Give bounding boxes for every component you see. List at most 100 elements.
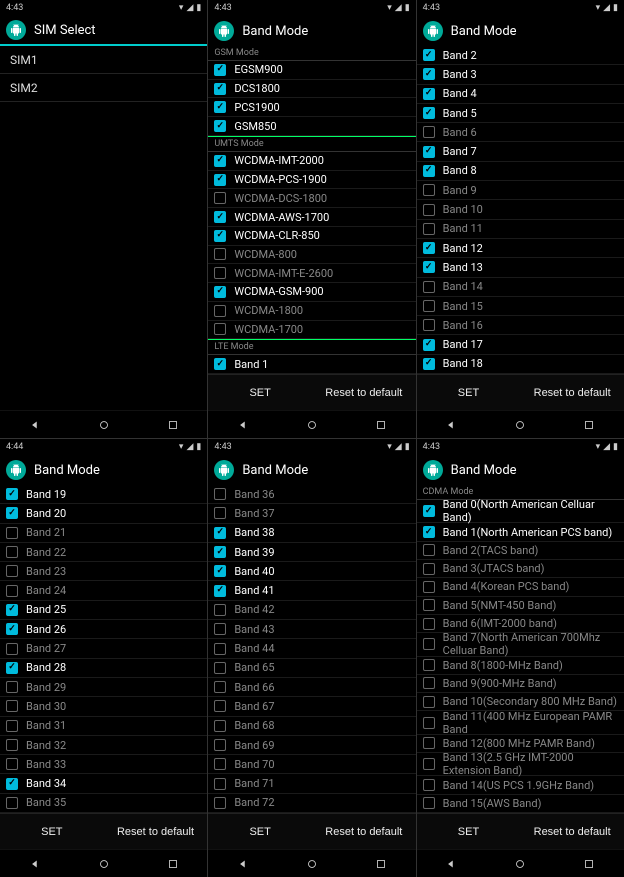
band-row[interactable]: Band 35 — [0, 794, 207, 813]
sim-row[interactable]: SIM1 — [0, 46, 207, 74]
back-icon[interactable] — [444, 857, 458, 871]
band-row[interactable]: Band 20 — [0, 504, 207, 523]
checkbox-icon[interactable] — [423, 204, 435, 216]
checkbox-icon[interactable] — [214, 64, 226, 76]
checkbox-icon[interactable] — [6, 700, 18, 712]
checkbox-icon[interactable] — [6, 758, 18, 770]
back-icon[interactable] — [444, 418, 458, 432]
back-icon[interactable] — [236, 857, 250, 871]
checkbox-icon[interactable] — [214, 662, 226, 674]
checkbox-icon[interactable] — [6, 778, 18, 790]
recent-icon[interactable] — [166, 418, 180, 432]
band-row[interactable]: Band 5 — [417, 104, 624, 123]
checkbox-icon[interactable] — [423, 696, 435, 708]
checkbox-icon[interactable] — [6, 604, 18, 616]
checkbox-icon[interactable] — [6, 527, 18, 539]
band-row[interactable]: Band 1 — [208, 355, 415, 374]
recent-icon[interactable] — [374, 857, 388, 871]
recent-icon[interactable] — [374, 418, 388, 432]
band-row[interactable]: WCDMA-DCS-1800 — [208, 189, 415, 208]
checkbox-icon[interactable] — [6, 681, 18, 693]
band-row[interactable]: Band 38 — [208, 524, 415, 543]
checkbox-icon[interactable] — [6, 797, 18, 809]
home-icon[interactable] — [305, 418, 319, 432]
band-row[interactable]: Band 8(1800-MHz Band) — [417, 657, 624, 675]
checkbox-icon[interactable] — [423, 779, 435, 791]
band-row[interactable]: Band 68 — [208, 717, 415, 736]
checkbox-icon[interactable] — [214, 604, 226, 616]
band-row[interactable]: EGSM900 — [208, 61, 415, 80]
band-row[interactable]: WCDMA-AWS-1700 — [208, 208, 415, 227]
band-row[interactable]: Band 12 — [417, 239, 624, 258]
back-icon[interactable] — [236, 418, 250, 432]
band-row[interactable]: Band 9 — [417, 181, 624, 200]
checkbox-icon[interactable] — [6, 643, 18, 655]
band-row[interactable]: Band 30 — [0, 697, 207, 716]
checkbox-icon[interactable] — [423, 638, 435, 650]
band-row[interactable]: Band 72 — [208, 794, 415, 813]
band-row[interactable]: Band 18 — [417, 355, 624, 374]
band-row[interactable]: Band 66 — [208, 678, 415, 697]
checkbox-icon[interactable] — [214, 267, 226, 279]
checkbox-icon[interactable] — [423, 505, 435, 517]
band-row[interactable]: Band 11 — [417, 220, 624, 239]
band-row[interactable]: Band 22 — [0, 543, 207, 562]
checkbox-icon[interactable] — [423, 618, 435, 630]
checkbox-icon[interactable] — [214, 230, 226, 242]
set-button[interactable]: SET — [0, 814, 104, 849]
band-row[interactable]: Band 7(North American 700Mhz Celluar Ban… — [417, 633, 624, 656]
reset-button[interactable]: Reset to default — [312, 375, 416, 410]
band-row[interactable]: Band 42 — [208, 601, 415, 620]
checkbox-icon[interactable] — [6, 585, 18, 597]
checkbox-icon[interactable] — [423, 184, 435, 196]
checkbox-icon[interactable] — [423, 758, 435, 770]
band-row[interactable]: Band 33 — [0, 755, 207, 774]
band-row[interactable]: Band 29 — [0, 678, 207, 697]
checkbox-icon[interactable] — [214, 286, 226, 298]
checkbox-icon[interactable] — [214, 155, 226, 167]
checkbox-icon[interactable] — [423, 526, 435, 538]
checkbox-icon[interactable] — [423, 281, 435, 293]
checkbox-icon[interactable] — [214, 643, 226, 655]
checkbox-icon[interactable] — [214, 211, 226, 223]
band-row[interactable]: Band 31 — [0, 717, 207, 736]
band-row[interactable]: Band 4 — [417, 85, 624, 104]
home-icon[interactable] — [513, 857, 527, 871]
checkbox-icon[interactable] — [214, 700, 226, 712]
checkbox-icon[interactable] — [423, 261, 435, 273]
checkbox-icon[interactable] — [214, 323, 226, 335]
reset-button[interactable]: Reset to default — [312, 814, 416, 849]
checkbox-icon[interactable] — [423, 146, 435, 158]
checkbox-icon[interactable] — [214, 623, 226, 635]
band-row[interactable]: Band 70 — [208, 755, 415, 774]
home-icon[interactable] — [305, 857, 319, 871]
band-row[interactable]: Band 27 — [0, 639, 207, 658]
band-row[interactable]: Band 6 — [417, 123, 624, 142]
band-row[interactable]: Band 15 — [417, 297, 624, 316]
checkbox-icon[interactable] — [214, 720, 226, 732]
reset-button[interactable]: Reset to default — [104, 814, 208, 849]
band-row[interactable]: Band 8 — [417, 162, 624, 181]
checkbox-icon[interactable] — [214, 527, 226, 539]
band-row[interactable]: Band 67 — [208, 697, 415, 716]
checkbox-icon[interactable] — [423, 737, 435, 749]
checkbox-icon[interactable] — [423, 68, 435, 80]
checkbox-icon[interactable] — [6, 488, 18, 500]
recent-icon[interactable] — [166, 857, 180, 871]
checkbox-icon[interactable] — [6, 720, 18, 732]
band-row[interactable]: WCDMA-1700 — [208, 321, 415, 340]
checkbox-icon[interactable] — [6, 662, 18, 674]
band-row[interactable]: Band 43 — [208, 620, 415, 639]
band-row[interactable]: Band 15(AWS Band) — [417, 795, 624, 813]
home-icon[interactable] — [97, 418, 111, 432]
checkbox-icon[interactable] — [6, 623, 18, 635]
band-row[interactable]: Band 39 — [208, 543, 415, 562]
set-button[interactable]: SET — [208, 375, 312, 410]
checkbox-icon[interactable] — [214, 305, 226, 317]
band-row[interactable]: Band 0(North American Celluar Band) — [417, 500, 624, 523]
band-row[interactable]: Band 32 — [0, 736, 207, 755]
content-area[interactable]: CDMA Mode Band 0(North American Celluar … — [417, 485, 624, 813]
band-row[interactable]: Band 1(North American PCS band) — [417, 523, 624, 541]
recent-icon[interactable] — [582, 418, 596, 432]
band-row[interactable]: Band 65 — [208, 659, 415, 678]
